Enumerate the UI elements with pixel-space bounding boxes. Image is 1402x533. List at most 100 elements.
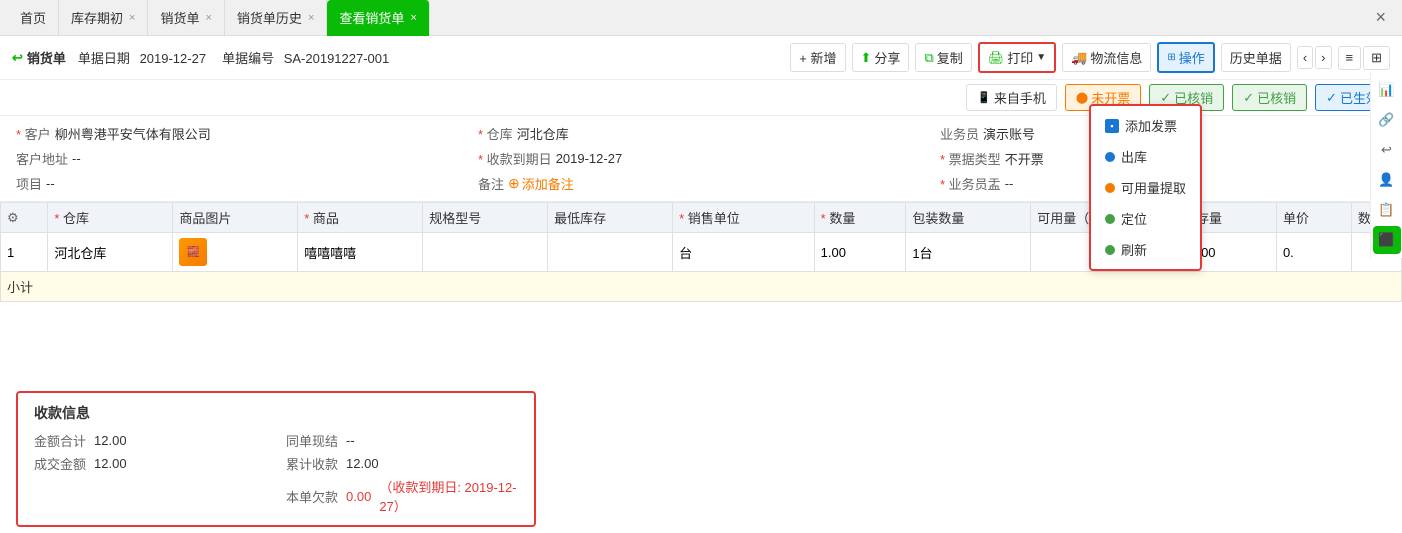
gear-icon: ⚙ [7,210,19,225]
col-product: 商品 [298,203,423,233]
doc-title: ↩ 销货单 [12,48,66,67]
sidebar-reply-button[interactable]: ↩ [1373,136,1401,164]
refresh-icon [1105,245,1115,255]
available-qty-icon [1105,183,1115,193]
payment-total-row: 金额合计 12.00 [34,431,266,450]
right-sidebar: 📊 🔗 ↩ 👤 📋 ⬛ [1370,72,1402,258]
new-button[interactable]: + 新增 [790,43,845,72]
note-row: 备注 ⊕ 添加备注 [478,174,924,193]
col-unit: 销售单位 [673,203,815,233]
col-spec: 规格型号 [423,203,548,233]
salesperson2-label: 业务员盂 [940,174,1001,193]
menu-refresh[interactable]: 刷新 [1091,234,1200,265]
sidebar-doc-button[interactable]: 📋 [1373,196,1401,224]
payment-date-row: 收款到期日 2019-12-27 [478,149,924,168]
transaction-row: 成交金额 12.00 [34,454,266,473]
copy-button[interactable]: ⧉ 复制 [915,43,971,72]
sold-badge: ✓ 已核销 [1232,84,1307,111]
row-spec [423,233,548,272]
row-warehouse: 河北仓库 [48,233,173,272]
main-content: ↩ 销货单 单据日期 2019-12-27 单据编号 SA-20191227-0… [0,36,1402,533]
tab-bar: 首页 库存期初 × 销货单 × 销货单历史 × 查看销货单 × × [0,0,1402,36]
view-grid-button[interactable]: ⊞ [1363,46,1390,70]
customer-label: 客户 [16,124,51,143]
customer-value: 柳州粤港平安气体有限公司 [55,124,462,143]
same-order-row: 同单现结 -- [286,431,518,450]
doc-meta: 单据日期 2019-12-27 单据编号 SA-20191227-001 [78,48,389,67]
menu-available-qty[interactable]: 可用量提取 [1091,172,1200,203]
subtotal-row: 小计 [1,272,1402,302]
share-button[interactable]: ⬆ 分享 [852,43,910,72]
outbound-icon [1105,152,1115,162]
salesperson-label: 业务员 [940,124,979,143]
locate-icon [1105,214,1115,224]
total-label: 金额合计 [34,431,86,450]
sidebar-expand-button[interactable]: ⬛ [1373,226,1401,254]
tab-inventory[interactable]: 库存期初 × [59,0,148,36]
address-row: 客户地址 -- [16,149,462,168]
doc-icon: ↩ [12,50,23,66]
dropdown-menu: ▪ 添加发票 出库 可用量提取 定位 刷新 [1089,104,1202,271]
outstanding-label: 本单欠款 [286,487,338,506]
tab-sales-history[interactable]: 销货单历史 × [225,0,327,36]
close-icon[interactable]: × [205,12,211,24]
nav-prev-button[interactable]: ‹ [1297,46,1313,69]
accumulated-row: 累计收款 12.00 [286,454,518,473]
outstanding-note: （收款到期日: 2019-12-27） [379,477,518,515]
global-close-button[interactable]: × [1367,7,1394,28]
sidebar-link-button[interactable]: 🔗 [1373,106,1401,134]
print-button[interactable]: 🖨 打印 ▼ [978,42,1056,73]
number-label: 单据编号 SA-20191227-001 [222,48,389,67]
col-price: 单价 [1276,203,1351,233]
from-phone-button[interactable]: 📱 来自手机 [966,84,1057,111]
customer-row: 客户 柳州粤港平安气体有限公司 [16,124,462,143]
row-min-stock [548,233,673,272]
view-toggle: ≡ ⊞ [1338,46,1391,70]
date-label: 单据日期 2019-12-27 [78,48,206,67]
tab-home[interactable]: 首页 [8,0,59,36]
doc-header: ↩ 销货单 单据日期 2019-12-27 单据编号 SA-20191227-0… [0,36,1402,80]
payment-rows: 金额合计 12.00 同单现结 -- 成交金额 12.00 累计收款 12.00… [34,431,518,515]
view-list-button[interactable]: ≡ [1338,46,1362,70]
toolbar: + 新增 ⬆ 分享 ⧉ 复制 🖨 打印 ▼ 🚚 物流信息 ⊞ 操作 [790,42,1390,73]
close-icon[interactable]: × [308,12,314,24]
total-value: 12.00 [94,433,127,448]
row-no: 1 [1,233,48,272]
close-icon[interactable]: × [410,12,416,24]
col-qty: 数量 [814,203,906,233]
menu-outbound[interactable]: 出库 [1091,141,1200,172]
date-value: 2019-12-27 [140,51,207,66]
row-product: 嘻嘻嘻嘻 [298,233,423,272]
close-icon[interactable]: × [129,12,135,24]
add-invoice-icon: ▪ [1105,119,1119,133]
logistics-button[interactable]: 🚚 物流信息 [1062,43,1151,72]
col-pkg: 包装数量 [906,203,1031,233]
nav-arrows: ‹ › [1297,46,1332,69]
address-value: -- [72,151,462,166]
tab-sales[interactable]: 销货单 × [148,0,224,36]
nav-next-button[interactable]: › [1315,46,1331,69]
history-button[interactable]: 历史单据 [1221,43,1291,72]
payment-date-value: 2019-12-27 [556,151,924,166]
warehouse-label: 仓库 [478,124,513,143]
row-img: 🧱 [173,233,298,272]
col-settings: ⚙ [1,203,48,233]
outstanding-row: 本单欠款 0.00 （收款到期日: 2019-12-27） [286,477,518,515]
menu-add-invoice[interactable]: ▪ 添加发票 [1091,110,1200,141]
col-img: 商品图片 [173,203,298,233]
operation-button[interactable]: ⊞ 操作 [1157,42,1214,73]
row-qty: 1.00 [814,233,906,272]
project-label: 项目 [16,174,42,193]
add-note-button[interactable]: ⊕ 添加备注 [508,174,574,193]
tab-view-sales[interactable]: 查看销货单 × [327,0,429,36]
accumulated-value: 12.00 [346,456,379,471]
warehouse-row: 仓库 河北仓库 [478,124,924,143]
warehouse-value: 河北仓库 [517,124,924,143]
project-value: -- [46,176,462,191]
payment-title: 收款信息 [34,403,518,423]
menu-locate[interactable]: 定位 [1091,203,1200,234]
sidebar-user-button[interactable]: 👤 [1373,166,1401,194]
payment-info-box: 收款信息 金额合计 12.00 同单现结 -- 成交金额 12.00 累计收款 … [16,391,536,527]
sidebar-chart-button[interactable]: 📊 [1373,76,1401,104]
payment-date-label: 收款到期日 [478,149,552,168]
